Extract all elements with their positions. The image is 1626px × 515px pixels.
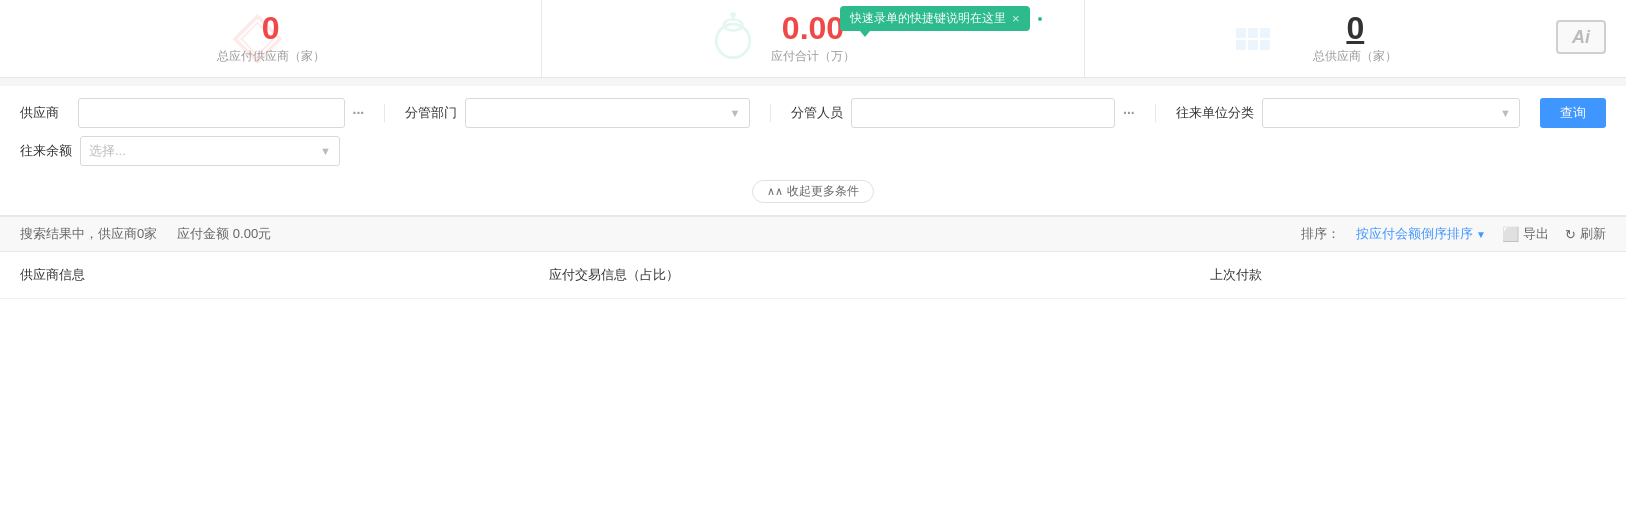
- sort-label-text: 按应付会额倒序排序: [1356, 225, 1473, 243]
- tooltip-close-btn[interactable]: ×: [1012, 11, 1020, 26]
- divider-3: [1155, 104, 1156, 122]
- results-actions: 排序： 按应付会额倒序排序 ▼ ⬜ 导出 ↻ 刷新: [1301, 225, 1606, 243]
- supplier-input[interactable]: [78, 98, 345, 128]
- collapse-up-icon: ∧∧: [767, 185, 783, 198]
- collapse-label: 收起更多条件: [787, 183, 859, 200]
- results-amount: 应付金额 0.00元: [177, 225, 271, 243]
- stat-payable-total: 快速录单的快捷键说明在这里 × 0.00 应付合计（万）: [542, 0, 1084, 77]
- tooltip-dot: [1036, 15, 1044, 23]
- balance-chevron-icon: ▼: [320, 145, 331, 157]
- table-col-transaction-info: 应付交易信息（占比）: [549, 266, 1210, 284]
- payable-total-number: 0.00: [782, 12, 844, 44]
- divider-1: [384, 104, 385, 122]
- divider-2: [770, 104, 771, 122]
- sort-prefix: 排序：: [1301, 225, 1340, 243]
- department-label: 分管部门: [405, 104, 457, 122]
- unit-class-chevron-icon: ▼: [1500, 107, 1511, 119]
- stat-bg-icon-3: [1236, 28, 1270, 50]
- export-button[interactable]: ⬜ 导出: [1502, 225, 1549, 243]
- balance-placeholder: 选择...: [89, 142, 126, 160]
- total-suppliers-label: 总供应商（家）: [1313, 48, 1397, 65]
- person-label: 分管人员: [791, 104, 843, 122]
- stat-total-suppliers: Ai 0 总供应商（家）: [1085, 0, 1626, 77]
- table-col-last-payment: 上次付款: [1210, 266, 1607, 284]
- stats-bar: 0 总应付供应商（家） 快速录单的快捷键说明在这里 × 0.00 应付合计（万）…: [0, 0, 1626, 78]
- department-chevron-icon: ▼: [730, 107, 741, 119]
- export-icon: ⬜: [1502, 226, 1519, 242]
- stat-bg-icon-1: [230, 12, 284, 66]
- person-filter-group: 分管人员 ···: [791, 98, 1135, 128]
- stat-bg-icon-2: [705, 11, 761, 67]
- collapse-row: ∧∧ 收起更多条件: [20, 174, 1606, 207]
- tooltip-text: 快速录单的快捷键说明在这里: [850, 10, 1006, 27]
- refresh-icon: ↻: [1565, 227, 1576, 242]
- ai-button[interactable]: Ai: [1556, 20, 1606, 54]
- unit-class-label: 往来单位分类: [1176, 104, 1254, 122]
- unit-class-filter-group: 往来单位分类 ▼: [1176, 98, 1520, 128]
- department-select[interactable]: ▼: [465, 98, 749, 128]
- department-filter-group: 分管部门 ▼: [405, 98, 749, 128]
- total-suppliers-number: 0: [1346, 12, 1364, 44]
- payable-total-label: 应付合计（万）: [771, 48, 855, 65]
- svg-point-2: [716, 24, 750, 58]
- supplier-dots-btn[interactable]: ···: [353, 105, 365, 121]
- shortcut-tooltip: 快速录单的快捷键说明在这里 ×: [840, 6, 1030, 31]
- filter-bar: 供应商 ··· 分管部门 ▼ 分管人员 ··· 往来单位分类 ▼: [0, 86, 1626, 216]
- balance-select[interactable]: 选择... ▼: [80, 136, 340, 166]
- query-button[interactable]: 查询: [1540, 98, 1606, 128]
- supplier-label: 供应商: [20, 104, 70, 122]
- balance-filter-group: 往来余额 选择... ▼: [20, 136, 340, 166]
- sort-select[interactable]: 按应付会额倒序排序 ▼: [1356, 225, 1486, 243]
- person-dots-btn[interactable]: ···: [1123, 105, 1135, 121]
- sort-chevron-icon: ▼: [1476, 229, 1486, 240]
- ai-label: Ai: [1572, 27, 1590, 48]
- refresh-button[interactable]: ↻ 刷新: [1565, 225, 1606, 243]
- person-input[interactable]: [851, 98, 1116, 128]
- table-body: [0, 299, 1626, 515]
- results-count: 搜索结果中，供应商0家: [20, 225, 157, 243]
- stat-payable-suppliers: 0 总应付供应商（家）: [0, 0, 542, 77]
- svg-point-5: [730, 11, 736, 17]
- table-col-supplier-info: 供应商信息: [20, 266, 549, 284]
- filter-row-2: 往来余额 选择... ▼: [20, 136, 1606, 166]
- unit-class-select[interactable]: ▼: [1262, 98, 1520, 128]
- collapse-btn[interactable]: ∧∧ 收起更多条件: [752, 180, 874, 203]
- results-summary: 搜索结果中，供应商0家 应付金额 0.00元: [20, 225, 271, 243]
- table-header: 供应商信息 应付交易信息（占比） 上次付款: [0, 252, 1626, 299]
- results-bar: 搜索结果中，供应商0家 应付金额 0.00元 排序： 按应付会额倒序排序 ▼ ⬜…: [0, 216, 1626, 252]
- supplier-filter-group: 供应商 ···: [20, 98, 364, 128]
- export-label: 导出: [1523, 225, 1549, 243]
- refresh-label: 刷新: [1580, 225, 1606, 243]
- filter-row-1: 供应商 ··· 分管部门 ▼ 分管人员 ··· 往来单位分类 ▼: [20, 98, 1606, 128]
- balance-label: 往来余额: [20, 142, 72, 160]
